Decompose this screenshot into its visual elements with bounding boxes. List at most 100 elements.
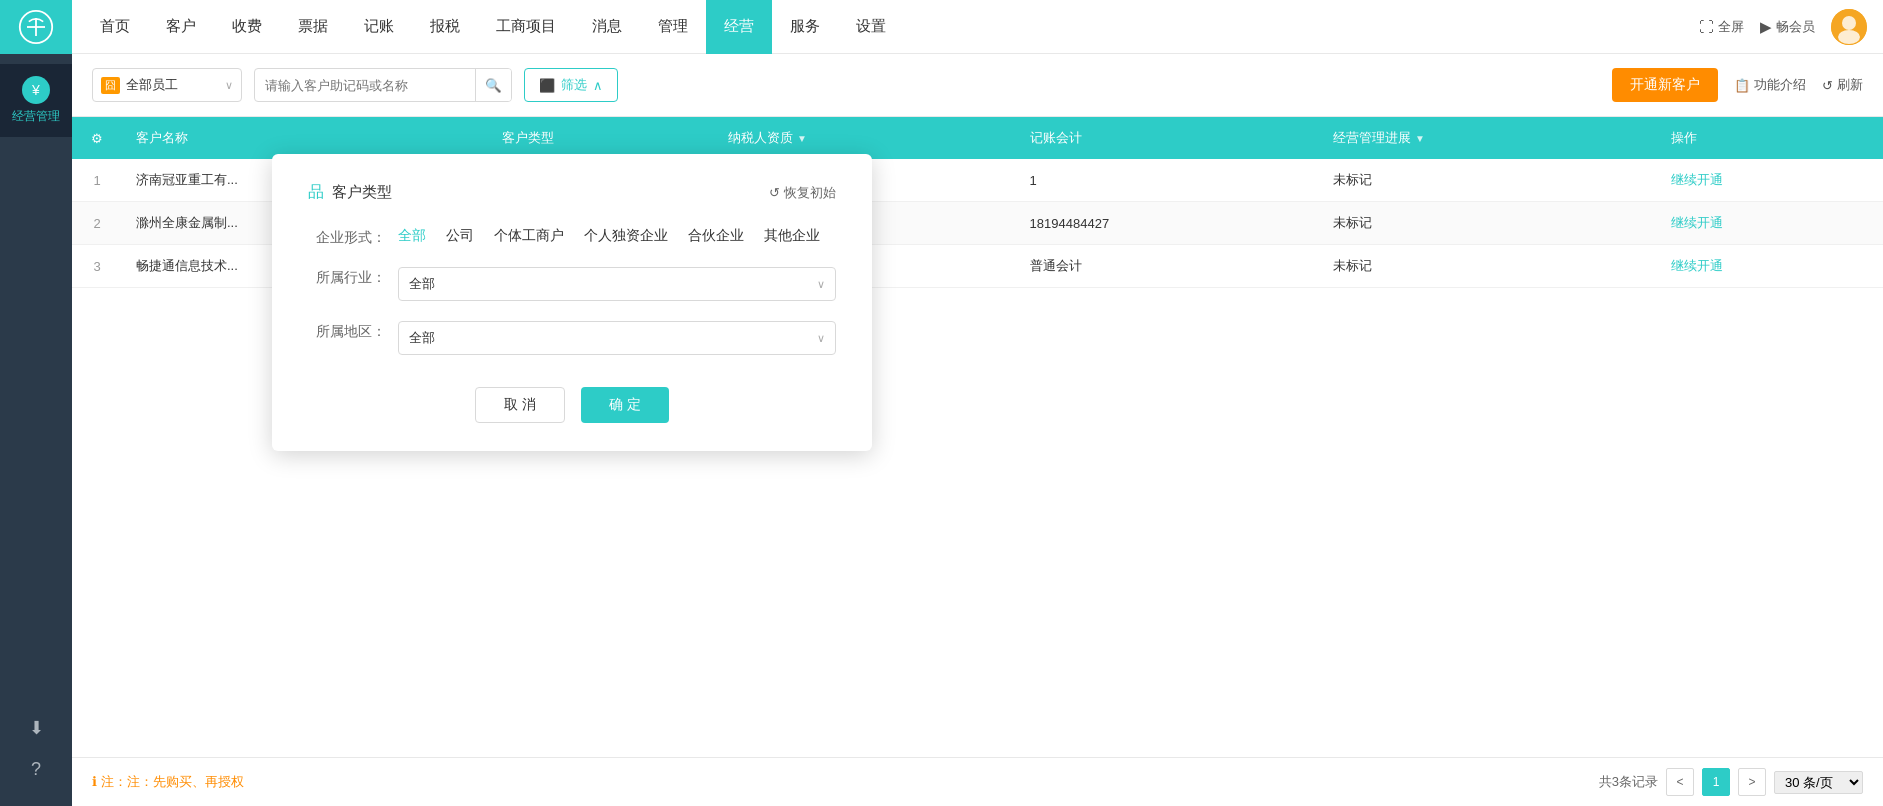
- industry-row: 所属行业： 全部 ∨: [308, 267, 836, 301]
- fullscreen-btn[interactable]: ⛶ 全屏: [1699, 18, 1744, 36]
- row-action-2[interactable]: 继续开通: [1657, 202, 1883, 245]
- search-icon: 🔍: [485, 78, 502, 93]
- table-th-progress[interactable]: 经营管理进展 ▼: [1319, 117, 1657, 159]
- nav-item-ticket[interactable]: 票据: [280, 0, 346, 54]
- refresh-icon: ↺: [1822, 78, 1833, 93]
- employee-dropdown-icon: ∨: [225, 79, 233, 92]
- help-icon: ?: [31, 759, 41, 780]
- operation-icon: ¥: [22, 76, 50, 104]
- nav-item-home[interactable]: 首页: [82, 0, 148, 54]
- table-th-taxpayer[interactable]: 纳税人资质 ▼: [714, 117, 1016, 159]
- taxpayer-filter-icon: ▼: [797, 133, 807, 144]
- pagination: 共3条记录 < 1 > 30 条/页 50 条/页 100 条/页: [1599, 768, 1863, 796]
- page-size-select[interactable]: 30 条/页 50 条/页 100 条/页: [1774, 771, 1863, 794]
- region-select[interactable]: 全部 ∨: [398, 321, 836, 355]
- next-page-btn[interactable]: >: [1738, 768, 1766, 796]
- row-accountant-3: 普通会计: [1016, 245, 1319, 288]
- th-progress-label: 经营管理进展: [1333, 129, 1411, 147]
- industry-label: 所属行业：: [308, 267, 398, 287]
- sidebar-bottom: ⬇ ?: [0, 707, 72, 806]
- option-other[interactable]: 其他企业: [764, 227, 820, 245]
- nav-item-settings[interactable]: 设置: [838, 0, 904, 54]
- notice-content: 注：先购买、再授权: [127, 774, 244, 789]
- new-customer-button[interactable]: 开通新客户: [1612, 68, 1718, 102]
- notice-text: 注：: [101, 774, 127, 789]
- region-label: 所属地区：: [308, 321, 398, 341]
- sidebar-item-operation-management[interactable]: ¥ 经营管理: [0, 64, 72, 137]
- progress-filter-icon: ▼: [1415, 133, 1425, 144]
- filter-button[interactable]: ⬛ 筛选 ∧: [524, 68, 618, 102]
- nav-item-fee[interactable]: 收费: [214, 0, 280, 54]
- nav-item-manage[interactable]: 管理: [640, 0, 706, 54]
- download-icon: ⬇: [29, 717, 44, 739]
- notice-area: ℹ 注：注：先购买、再授权: [92, 773, 244, 791]
- table-th-settings[interactable]: ⚙: [72, 117, 122, 159]
- industry-value: 全部: [409, 275, 435, 293]
- reset-icon: ↺: [769, 185, 780, 200]
- sidebar: ¥ 经营管理 ⬇ ?: [0, 54, 72, 806]
- toolbar: 囧 全部员工 ∨ 🔍 ⬛ 筛选 ∧ 开通新客户 📋 功能介绍: [72, 54, 1883, 117]
- modal-footer: 取 消 确 定: [308, 387, 836, 423]
- modal-header: 品 客户类型 ↺ 恢复初始: [308, 182, 836, 203]
- cancel-button[interactable]: 取 消: [475, 387, 565, 423]
- th-type-label: 客户类型: [502, 130, 554, 145]
- svg-point-2: [1842, 16, 1856, 30]
- nav-item-service[interactable]: 服务: [772, 0, 838, 54]
- prev-page-btn[interactable]: <: [1666, 768, 1694, 796]
- table-th-type: 客户类型: [488, 117, 714, 159]
- nav-item-bookkeeping[interactable]: 记账: [346, 0, 412, 54]
- svg-point-3: [1838, 30, 1860, 44]
- avatar[interactable]: [1831, 9, 1867, 45]
- table-header-row: ⚙ 客户名称 客户类型 纳税人资质 ▼: [72, 117, 1883, 159]
- th-taxpayer-label: 纳税人资质: [728, 129, 793, 147]
- nav-item-business[interactable]: 工商项目: [478, 0, 574, 54]
- row-num-2: 2: [72, 202, 122, 245]
- region-dropdown-icon: ∨: [817, 332, 825, 345]
- refresh-button[interactable]: ↺ 刷新: [1822, 76, 1863, 94]
- filter-icon: ⬛: [539, 78, 555, 93]
- modal-title-icon: 品: [308, 182, 324, 203]
- employee-select[interactable]: 囧 全部员工 ∨: [92, 68, 242, 102]
- industry-select-wrap: 全部 ∨: [398, 267, 836, 301]
- option-individual[interactable]: 个体工商户: [494, 227, 564, 245]
- sidebar-item-label: 经营管理: [12, 108, 60, 125]
- page-1-btn[interactable]: 1: [1702, 768, 1730, 796]
- function-intro-button[interactable]: 📋 功能介绍: [1734, 76, 1806, 94]
- nav-item-tax[interactable]: 报税: [412, 0, 478, 54]
- filter-modal: 品 客户类型 ↺ 恢复初始 企业形式： 全部 公司 个体工商户 个人独资企业 合…: [272, 154, 872, 451]
- settings-icon: ⚙: [91, 131, 103, 146]
- filter-label: 筛选: [561, 76, 587, 94]
- th-accountant-label: 记账会计: [1030, 130, 1082, 145]
- option-company[interactable]: 公司: [446, 227, 474, 245]
- option-all[interactable]: 全部: [398, 227, 426, 245]
- enterprise-form-options: 全部 公司 个体工商户 个人独资企业 合伙企业 其他企业: [398, 227, 836, 245]
- industry-select[interactable]: 全部 ∨: [398, 267, 836, 301]
- nav-item-message[interactable]: 消息: [574, 0, 640, 54]
- fullscreen-label: 全屏: [1718, 18, 1744, 36]
- search-button[interactable]: 🔍: [475, 68, 511, 102]
- sidebar-help[interactable]: ?: [0, 749, 72, 790]
- confirm-button[interactable]: 确 定: [581, 387, 669, 423]
- modal-reset-button[interactable]: ↺ 恢复初始: [769, 184, 836, 202]
- row-accountant-2: 18194484427: [1016, 202, 1319, 245]
- sidebar-download[interactable]: ⬇: [0, 707, 72, 749]
- search-input[interactable]: [255, 78, 475, 93]
- row-progress-1: 未标记: [1319, 159, 1657, 202]
- toolbar-right: 开通新客户 📋 功能介绍 ↺ 刷新: [1612, 68, 1863, 102]
- option-partnership[interactable]: 合伙企业: [688, 227, 744, 245]
- nav-item-operation[interactable]: 经营: [706, 0, 772, 54]
- option-sole[interactable]: 个人独资企业: [584, 227, 668, 245]
- nav-items: 首页 客户 收费 票据 记账 报税 工商项目 消息 管理 经营 服务 设置: [72, 0, 1699, 54]
- enterprise-form-label: 企业形式：: [308, 227, 398, 247]
- region-value: 全部: [409, 329, 435, 347]
- member-btn[interactable]: ▶ 畅会员: [1760, 18, 1815, 36]
- row-action-1[interactable]: 继续开通: [1657, 159, 1883, 202]
- row-num-3: 3: [72, 245, 122, 288]
- modal-title: 客户类型: [332, 183, 392, 202]
- row-action-3[interactable]: 继续开通: [1657, 245, 1883, 288]
- row-progress-3: 未标记: [1319, 245, 1657, 288]
- row-accountant-1: 1: [1016, 159, 1319, 202]
- table-th-action: 操作: [1657, 117, 1883, 159]
- nav-item-customer[interactable]: 客户: [148, 0, 214, 54]
- modal-title-row: 品 客户类型: [308, 182, 392, 203]
